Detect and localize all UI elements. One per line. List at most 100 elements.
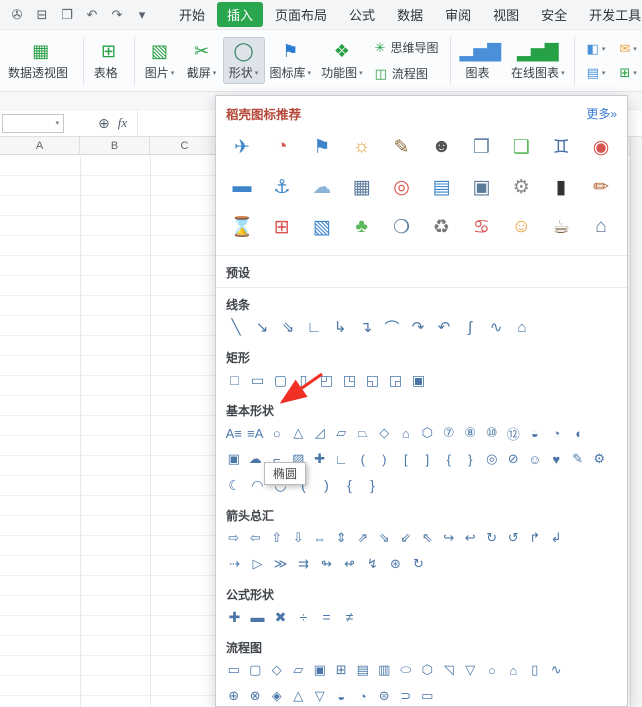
shape-cell[interactable]: ⊃ bbox=[395, 686, 417, 706]
shape-cell[interactable]: ◿ bbox=[309, 423, 331, 443]
screenshot-button[interactable]: ✂ 截屏 ▾ bbox=[181, 37, 223, 84]
mini-insert-button-1[interactable]: ◧ ▾ bbox=[584, 39, 609, 59]
column-header[interactable]: B bbox=[80, 137, 150, 154]
lightbulb-icon[interactable]: ☼ bbox=[342, 127, 382, 167]
shopping-bag-icon[interactable]: ▮ bbox=[541, 167, 581, 207]
shape-cell[interactable]: ↳ bbox=[327, 317, 353, 337]
shape-cell[interactable]: ⑦ bbox=[438, 423, 460, 443]
more-link[interactable]: 更多» bbox=[586, 105, 617, 122]
shape-cell[interactable]: ⌂ bbox=[395, 423, 417, 443]
shape-cell[interactable]: ↯ bbox=[361, 554, 384, 574]
shape-cell[interactable]: ▽ bbox=[460, 660, 482, 680]
shape-cell[interactable]: ≡A bbox=[245, 423, 267, 443]
shape-cell[interactable]: ⊘ bbox=[503, 449, 525, 469]
chevron-down-icon[interactable]: ▾ bbox=[55, 119, 59, 127]
shape-cell[interactable]: ⚙ bbox=[589, 449, 611, 469]
shape-cell[interactable]: ◹ bbox=[438, 660, 460, 680]
copy-icon[interactable]: ❐ bbox=[56, 4, 78, 26]
ribbon-tab[interactable]: 数据 bbox=[387, 2, 433, 27]
edit-note-icon[interactable]: ✏ bbox=[581, 167, 621, 207]
shape-cell[interactable]: ⇕ bbox=[331, 528, 353, 548]
shape-cell[interactable]: ○ bbox=[266, 423, 288, 443]
ribbon-tab[interactable]: 页面布局 bbox=[265, 2, 337, 27]
shape-cell[interactable]: ○ bbox=[481, 660, 503, 680]
shape-cell[interactable]: ◖ bbox=[567, 423, 589, 443]
shape-cell[interactable]: ☁ bbox=[245, 449, 267, 469]
shape-cell[interactable]: □ bbox=[223, 370, 246, 390]
shape-cell[interactable]: ⇨ bbox=[223, 528, 245, 548]
ribbon-tab[interactable]: 视图 bbox=[483, 2, 529, 27]
home-icon[interactable]: ⌂ bbox=[581, 207, 621, 247]
shape-cell[interactable]: ⌂ bbox=[503, 660, 525, 680]
shape-cell[interactable]: ⇗ bbox=[352, 528, 374, 548]
shape-cell[interactable]: △ bbox=[288, 423, 310, 443]
mini-insert-button-2[interactable]: ✉ ▾ bbox=[616, 39, 641, 59]
hourglass-icon[interactable]: ⌛ bbox=[222, 207, 262, 247]
shape-cell[interactable]: ⇔ bbox=[309, 528, 331, 548]
shape-cell[interactable]: ↘ bbox=[249, 317, 275, 337]
shape-cell[interactable]: ▥ bbox=[374, 660, 396, 680]
id-card-icon[interactable]: ▣ bbox=[461, 167, 501, 207]
pie-chart-icon[interactable]: ◔ bbox=[262, 127, 302, 167]
shapes-button[interactable]: ◯ 形状 ▾ bbox=[222, 37, 265, 84]
undo-icon[interactable]: ↶ bbox=[81, 4, 103, 26]
shape-cell[interactable]: △ bbox=[288, 686, 310, 706]
shape-cell[interactable]: ▬ bbox=[246, 607, 269, 627]
shape-cell[interactable]: ⇢ bbox=[223, 554, 246, 574]
shape-cell[interactable]: ▣ bbox=[407, 370, 430, 390]
name-box[interactable]: ▾ bbox=[2, 113, 64, 133]
shape-cell[interactable]: ↺ bbox=[503, 528, 525, 548]
shape-cell[interactable]: ☺ bbox=[524, 449, 546, 469]
presentation-icon[interactable]: ▧ bbox=[302, 207, 342, 247]
shape-cell[interactable]: ) bbox=[315, 475, 338, 495]
shape-cell[interactable]: ◇ bbox=[266, 660, 288, 680]
ribbon-tab[interactable]: 安全 bbox=[531, 2, 577, 27]
shape-cell[interactable]: ⬡ bbox=[417, 660, 439, 680]
shape-cell[interactable]: ÷ bbox=[292, 607, 315, 627]
shape-cell[interactable]: = bbox=[315, 607, 338, 627]
camera-icon[interactable]: ◉ bbox=[581, 127, 621, 167]
shape-cell[interactable]: ∟ bbox=[331, 449, 353, 469]
flag-icon[interactable]: ⚑ bbox=[302, 127, 342, 167]
shape-cell[interactable]: ∟ bbox=[301, 317, 327, 337]
shape-cell[interactable]: ↲ bbox=[546, 528, 568, 548]
shape-cell[interactable]: ↱ bbox=[524, 528, 546, 548]
shape-cell[interactable]: ↫ bbox=[338, 554, 361, 574]
column-header[interactable]: C bbox=[150, 137, 220, 154]
column-header[interactable]: A bbox=[0, 137, 80, 154]
shape-cell[interactable]: ↻ bbox=[481, 528, 503, 548]
shape-cell[interactable]: ∿ bbox=[483, 317, 509, 337]
ribbon-tab[interactable]: 审阅 bbox=[435, 2, 481, 27]
table-button[interactable]: ⊞ 表格▾ bbox=[88, 37, 130, 84]
shape-cell[interactable]: [ bbox=[395, 449, 417, 469]
shape-cell[interactable]: ▭ bbox=[417, 686, 439, 706]
shape-cell[interactable]: ≫ bbox=[269, 554, 292, 574]
layers-icon[interactable]: ▤ bbox=[422, 167, 462, 207]
shape-cell[interactable]: ∿ bbox=[546, 660, 568, 680]
shape-cell[interactable]: ⇙ bbox=[395, 528, 417, 548]
shape-cell[interactable]: ✎ bbox=[567, 449, 589, 469]
shape-cell[interactable]: ⏢ bbox=[352, 423, 374, 443]
shape-cell[interactable]: ⌂ bbox=[509, 317, 535, 337]
shape-cell[interactable]: ʃ bbox=[457, 317, 483, 337]
shape-cell[interactable]: ◲ bbox=[384, 370, 407, 390]
shape-cell[interactable]: ▱ bbox=[288, 660, 310, 680]
target-icon[interactable]: ◎ bbox=[382, 167, 422, 207]
save-icon[interactable]: ✇ bbox=[6, 4, 28, 26]
ribbon-tab[interactable]: 开始 bbox=[169, 2, 215, 27]
worker-icon[interactable]: ☺ bbox=[501, 207, 541, 247]
insert-function-fx[interactable]: fx bbox=[118, 115, 127, 131]
shape-cell[interactable]: { bbox=[438, 449, 460, 469]
shape-cell[interactable]: ⑩ bbox=[481, 423, 503, 443]
calendar-icon[interactable]: ⊞ bbox=[262, 207, 302, 247]
ribbon-tab[interactable]: 公式 bbox=[339, 2, 385, 27]
shape-cell[interactable]: ☾ bbox=[223, 475, 246, 495]
shape-cell[interactable]: ⇘ bbox=[374, 528, 396, 548]
shape-cell[interactable]: ▱ bbox=[331, 423, 353, 443]
shape-cell[interactable]: ◔ bbox=[546, 423, 568, 443]
ribbon-tab[interactable]: 开发工具 bbox=[579, 2, 642, 27]
shape-cell[interactable]: ◔ bbox=[352, 686, 374, 706]
shape-cell[interactable]: ⇖ bbox=[417, 528, 439, 548]
people-icon[interactable]: ♊ bbox=[541, 127, 581, 167]
shape-cell[interactable]: ⇧ bbox=[266, 528, 288, 548]
